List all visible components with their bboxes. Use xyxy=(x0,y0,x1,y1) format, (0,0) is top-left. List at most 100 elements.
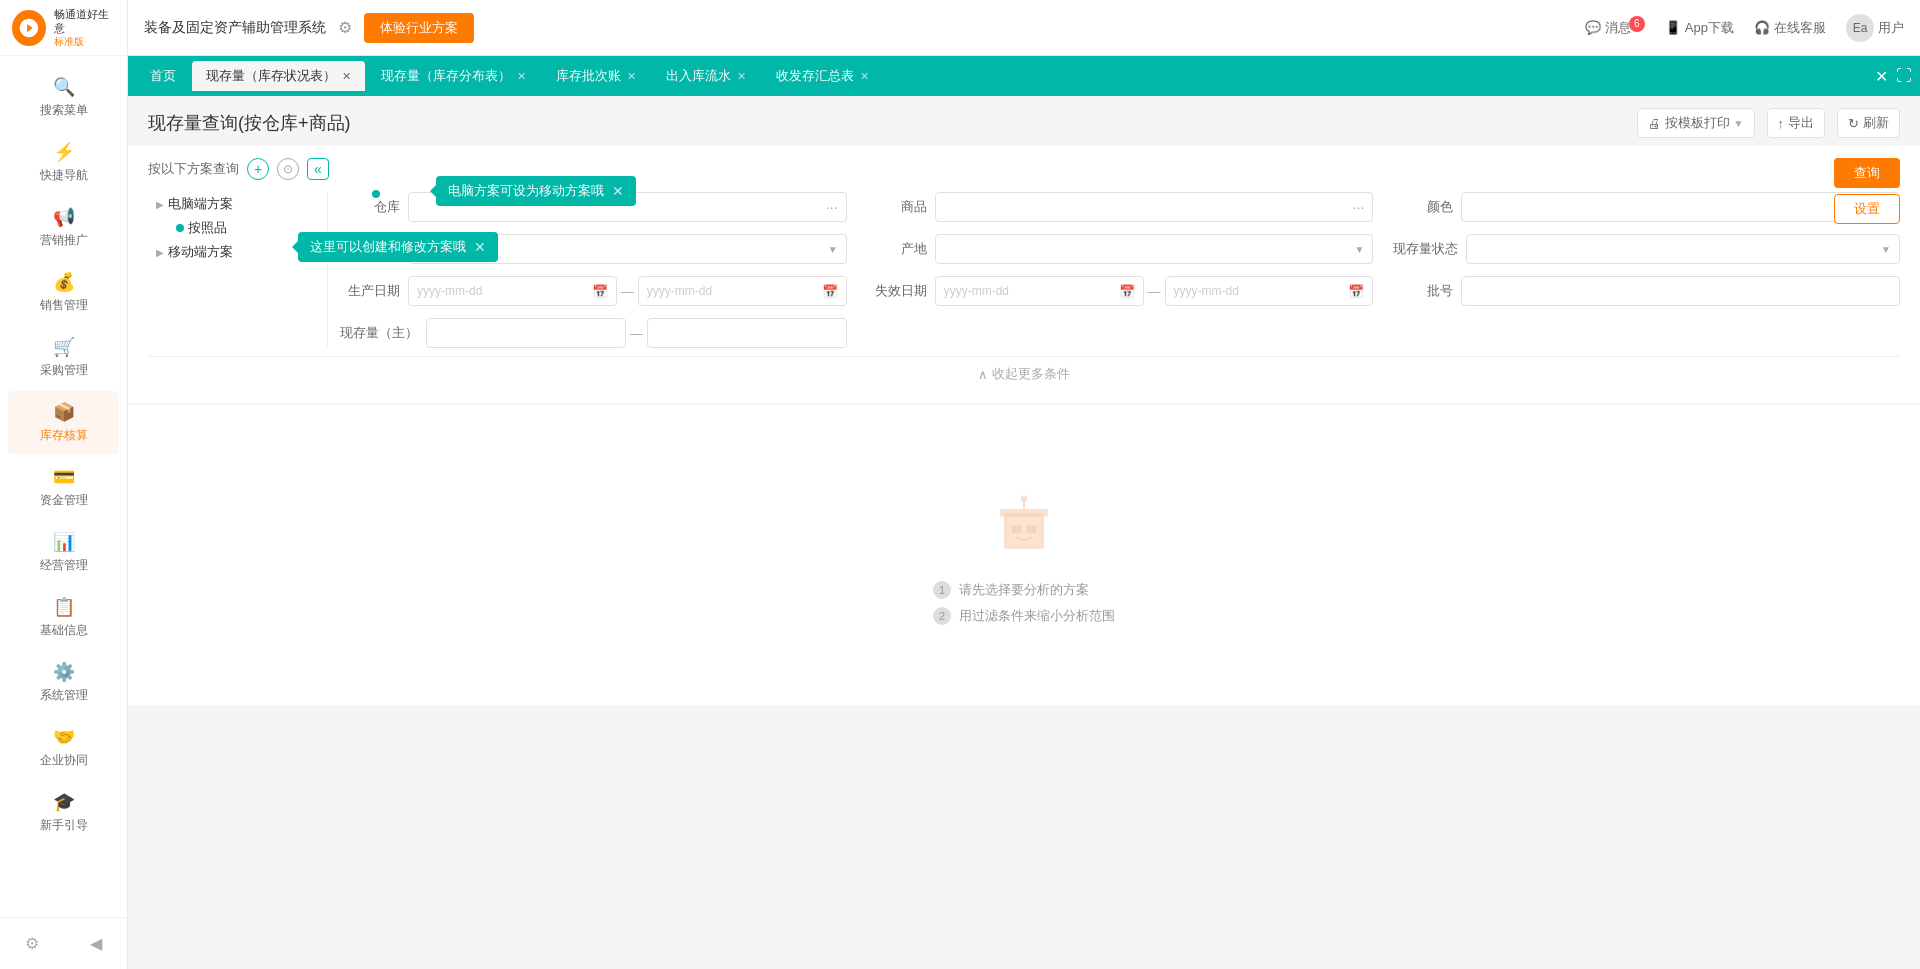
expire-date-range: yyyy-mm-dd 📅 — yyyy-mm-dd 📅 xyxy=(935,276,1374,306)
mobile-scheme-item[interactable]: ▶ 移动端方案 xyxy=(148,240,315,264)
svg-rect-2 xyxy=(1012,525,1022,533)
expire-date-start-input[interactable]: yyyy-mm-dd 📅 xyxy=(935,276,1144,306)
prod-date-end-input[interactable]: yyyy-mm-dd 📅 xyxy=(638,276,847,306)
main-content: 现存量查询(按仓库+商品) 🖨 按模板打印 ▼ ↑ 导出 ↻ 刷新 查询 设置 xyxy=(128,96,1920,969)
basic-nav-icon: 📋 xyxy=(53,596,75,618)
expire-date-end-cal-icon: 📅 xyxy=(1348,284,1364,299)
system-name: 装备及固定资产辅助管理系统 xyxy=(144,19,326,37)
sidebar-item-sales[interactable]: 💰 销售管理 xyxy=(8,261,119,324)
expire-date-end-input[interactable]: yyyy-mm-dd 📅 xyxy=(1165,276,1374,306)
empty-state: 1 请先选择要分析的方案 2 用过滤条件来缩小分析范围 xyxy=(128,405,1920,705)
sidebar-item-quick[interactable]: ⚡ 快捷导航 xyxy=(8,131,119,194)
settings-footer-btn[interactable]: ⚙ xyxy=(21,930,43,957)
desktop-scheme-sub-item[interactable]: 按照品 xyxy=(148,216,315,240)
desktop-scheme-item[interactable]: ▶ 电脑端方案 xyxy=(148,192,315,216)
search-nav-icon: 🔍 xyxy=(53,76,75,98)
filter-origin: 产地 ▼ xyxy=(867,234,1374,264)
tabbar-end: ✕ ⛶ xyxy=(1875,67,1912,86)
origin-label: 产地 xyxy=(867,240,927,258)
system-gear-btn[interactable]: ⚙ xyxy=(338,18,352,37)
set-btn[interactable]: 设置 xyxy=(1834,194,1900,224)
size-arrow-icon: ▼ xyxy=(828,244,838,255)
filter-add-btn[interactable]: + xyxy=(247,158,269,180)
scheme-tree: ▶ 电脑端方案 按照品 ▶ 移动端方案 xyxy=(148,192,315,272)
batch-label: 批号 xyxy=(1393,282,1453,300)
export-btn[interactable]: ↑ 导出 xyxy=(1767,108,1826,138)
filter-label: 按以下方案查询 xyxy=(148,160,239,178)
warehouse-label: 仓库 xyxy=(340,198,400,216)
tab-close-inventory-dist[interactable]: ✕ xyxy=(517,70,526,83)
stock-sep: — xyxy=(630,326,643,341)
scheme-panel: ▶ 电脑端方案 按照品 ▶ 移动端方案 这里可以创建和修改方案哦 ✕ xyxy=(148,192,328,348)
status-input[interactable]: ▼ xyxy=(1466,234,1900,264)
prod-date-label: 生产日期 xyxy=(340,282,400,300)
tab-home[interactable]: 首页 xyxy=(136,61,190,91)
stock-range: — xyxy=(426,318,847,348)
tab-inout-flow[interactable]: 出入库流水 ✕ xyxy=(652,61,760,91)
message-action[interactable]: 💬 消息 6 xyxy=(1585,19,1645,37)
filter-copy-btn[interactable]: ⊙ xyxy=(277,158,299,180)
sidebar-item-purchase[interactable]: 🛒 采购管理 xyxy=(8,326,119,389)
filter-nav-btn[interactable]: « xyxy=(307,158,329,180)
sidebar-item-inventory[interactable]: 📦 库存核算 xyxy=(8,391,119,454)
tab-close-batch-ledger[interactable]: ✕ xyxy=(627,70,636,83)
goods-dots-btn[interactable]: ··· xyxy=(1353,199,1365,215)
empty-tips: 1 请先选择要分析的方案 2 用过滤条件来缩小分析范围 xyxy=(933,581,1115,625)
tab-inventory-dist[interactable]: 现存量（库存分布表） ✕ xyxy=(367,61,540,91)
collapse-more-btn[interactable]: ∧ 收起更多条件 xyxy=(148,356,1900,391)
user-action[interactable]: Ea 用户 xyxy=(1846,14,1904,42)
sidebar-item-operation[interactable]: 📊 经营管理 xyxy=(8,521,119,584)
color-label: 颜色 xyxy=(1393,198,1453,216)
tab-close-all-btn[interactable]: ✕ xyxy=(1875,67,1888,86)
sidebar-item-search[interactable]: 🔍 搜索菜单 xyxy=(8,66,119,129)
empty-state-icon xyxy=(984,485,1064,565)
sidebar-item-marketing[interactable]: 📢 营销推广 xyxy=(8,196,119,259)
svg-point-6 xyxy=(1021,495,1027,501)
filter-area: 查询 设置 按以下方案查询 + ⊙ « 电脑方案可设为移动方案哦 ✕ ▶ xyxy=(128,146,1920,403)
batch-input[interactable] xyxy=(1461,276,1900,306)
origin-arrow-icon: ▼ xyxy=(1354,244,1364,255)
expire-date-start-cal-icon: 📅 xyxy=(1119,284,1135,299)
dot-indicator xyxy=(372,190,380,198)
sidebar-item-company[interactable]: 🤝 企业协同 xyxy=(8,716,119,779)
stock-min-input[interactable] xyxy=(426,318,626,348)
sidebar-item-newbie[interactable]: 🎓 新手引导 xyxy=(8,781,119,844)
collapse-sidebar-btn[interactable]: ◀ xyxy=(86,930,106,957)
query-btn[interactable]: 查询 xyxy=(1834,158,1900,188)
app-download-action[interactable]: 📱 App下载 xyxy=(1665,19,1734,37)
tab-close-collect-report[interactable]: ✕ xyxy=(860,70,869,83)
tab-fullscreen-btn[interactable]: ⛶ xyxy=(1896,67,1912,85)
stock-max-input[interactable] xyxy=(647,318,847,348)
logo-text: 畅通道好生意 标准版 xyxy=(54,7,115,49)
logo-area: 畅通道好生意 标准版 xyxy=(0,0,127,56)
create-tooltip-close[interactable]: ✕ xyxy=(474,239,486,255)
tab-close-inventory-status[interactable]: ✕ xyxy=(342,70,351,83)
print-btn[interactable]: 🖨 按模板打印 ▼ xyxy=(1637,108,1755,138)
tab-inventory-status[interactable]: 现存量（库存状况表） ✕ xyxy=(192,61,365,91)
warehouse-dots-btn[interactable]: ··· xyxy=(826,199,838,215)
tree-expand-icon: ▶ xyxy=(156,199,164,210)
tab-batch-ledger[interactable]: 库存批次账 ✕ xyxy=(542,61,650,91)
goods-input[interactable]: ··· xyxy=(935,192,1374,222)
tab-collect-report[interactable]: 收发存汇总表 ✕ xyxy=(762,61,883,91)
sidebar-item-basic[interactable]: 📋 基础信息 xyxy=(8,586,119,649)
industry-btn[interactable]: 体验行业方案 xyxy=(364,13,474,43)
stock-label: 现存量（主） xyxy=(340,324,418,342)
filter-expire-date: 失效日期 yyyy-mm-dd 📅 — yyyy-mm-dd 📅 xyxy=(867,276,1374,306)
sales-nav-icon: 💰 xyxy=(53,271,75,293)
origin-input[interactable]: ▼ xyxy=(935,234,1374,264)
refresh-btn[interactable]: ↻ 刷新 xyxy=(1837,108,1900,138)
sidebar-item-finance[interactable]: 💳 资金管理 xyxy=(8,456,119,519)
svg-rect-3 xyxy=(1026,525,1036,533)
scheme-tooltip-close[interactable]: ✕ xyxy=(612,183,624,199)
prod-date-start-cal-icon: 📅 xyxy=(592,284,608,299)
export-icon: ↑ xyxy=(1778,116,1785,131)
user-avatar: Ea xyxy=(1846,14,1874,42)
sidebar-item-system[interactable]: ⚙️ 系统管理 xyxy=(8,651,119,714)
prod-date-start-input[interactable]: yyyy-mm-dd 📅 xyxy=(408,276,617,306)
filter-stock: 现存量（主） — xyxy=(340,318,847,348)
support-action[interactable]: 🎧 在线客服 xyxy=(1754,19,1826,37)
empty-tip-2: 2 用过滤条件来缩小分析范围 xyxy=(933,607,1115,625)
filter-batch: 批号 xyxy=(1393,276,1900,306)
tab-close-inout-flow[interactable]: ✕ xyxy=(737,70,746,83)
